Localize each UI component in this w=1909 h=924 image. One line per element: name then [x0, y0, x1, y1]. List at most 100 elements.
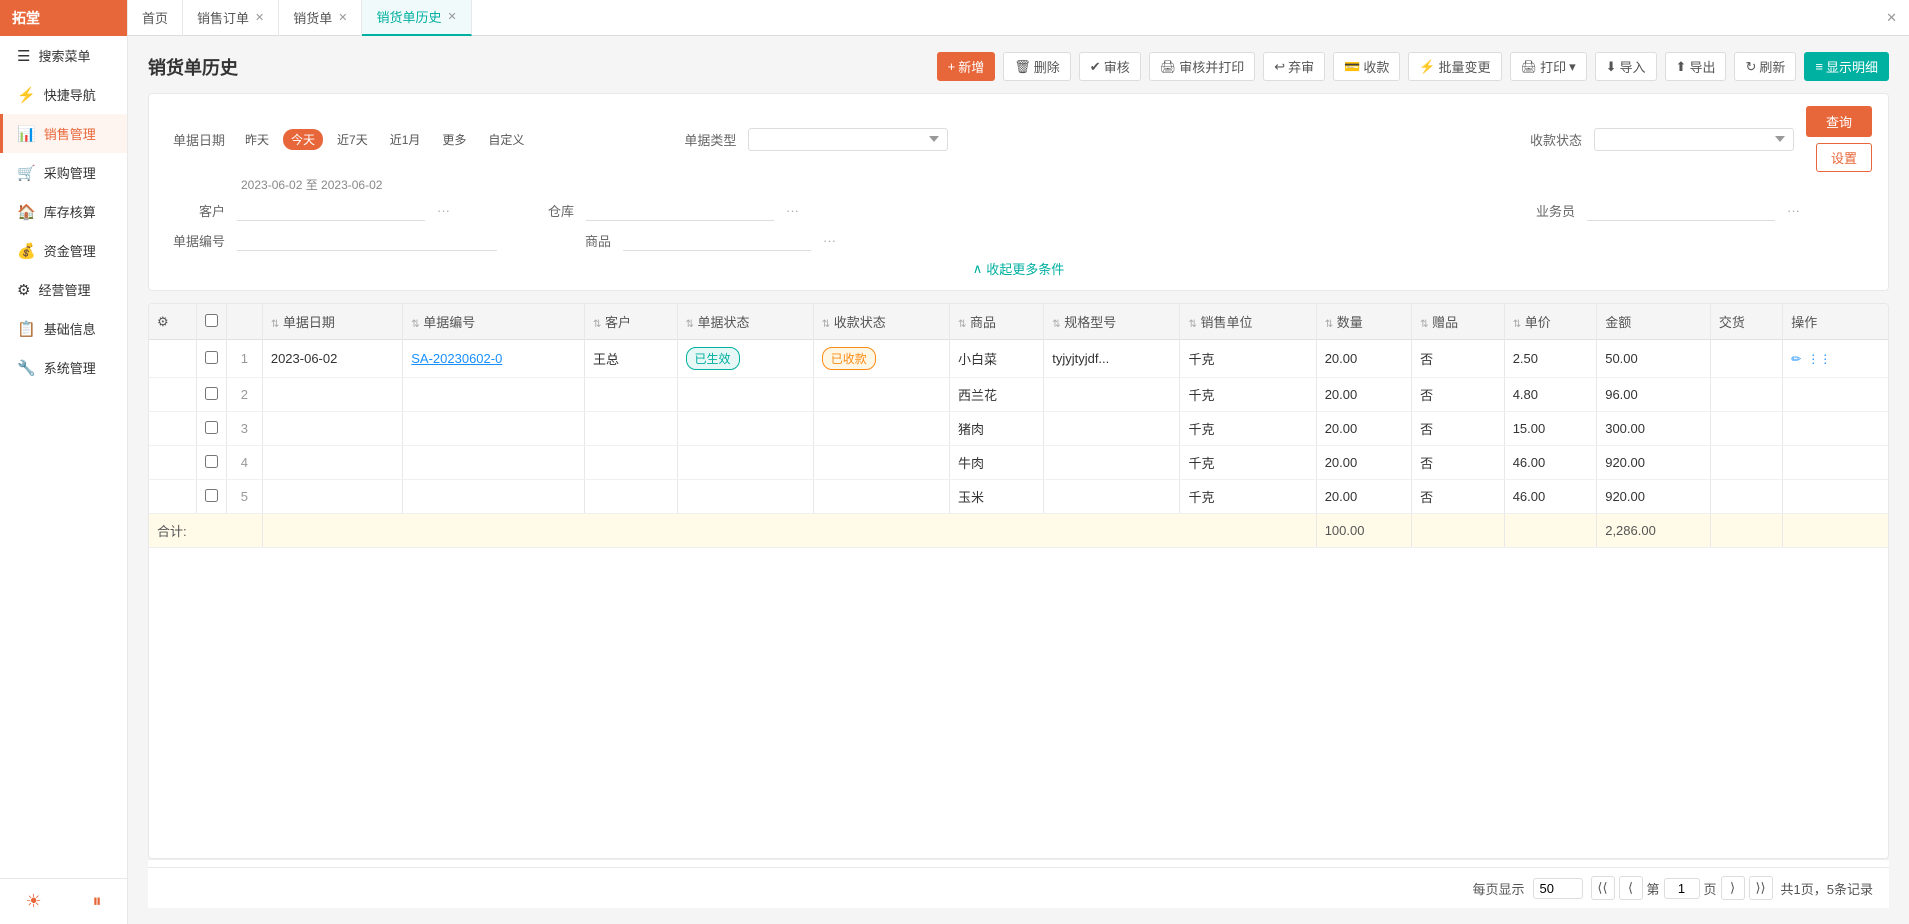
show-detail-button[interactable]: ≡ 显示明细: [1804, 52, 1889, 81]
row-price: 2.50: [1504, 340, 1597, 378]
tab-sales-order-close[interactable]: ✕: [255, 11, 264, 24]
page-next-btn[interactable]: ⟩: [1721, 876, 1745, 900]
col-doc-date[interactable]: ⇅ 单据日期: [262, 304, 402, 340]
date-tab-7days[interactable]: 近7天: [329, 129, 376, 150]
tab-sale-history[interactable]: 销货单历史 ✕: [362, 0, 471, 36]
row-checkbox[interactable]: [205, 387, 218, 400]
goods-input[interactable]: [623, 229, 811, 251]
abandon-button[interactable]: ↩ 弃审: [1263, 52, 1325, 81]
sidebar-item-base-info[interactable]: 📋 基础信息: [0, 309, 127, 348]
new-button[interactable]: + 新增: [937, 52, 996, 81]
tab-close-all[interactable]: ✕: [1874, 10, 1909, 26]
horizontal-scrollbar[interactable]: [148, 859, 1889, 867]
row-checkbox-cell[interactable]: [196, 378, 226, 412]
audit-button[interactable]: ✔ 审核: [1079, 52, 1141, 81]
edit-op-btn[interactable]: ✏: [1791, 352, 1801, 366]
row-checkbox[interactable]: [205, 421, 218, 434]
sidebar-item-sales-mgmt[interactable]: 📊 销售管理: [0, 114, 127, 153]
row-checkbox[interactable]: [205, 351, 218, 364]
set-button[interactable]: 设置: [1816, 143, 1872, 172]
col-op: 操作: [1783, 304, 1888, 340]
col-customer[interactable]: ⇅ 客户: [584, 304, 677, 340]
customer-input[interactable]: [237, 199, 425, 221]
collect-button[interactable]: 💳 收款: [1333, 52, 1400, 81]
col-settings[interactable]: ⚙: [149, 304, 196, 340]
filter-row-3: 单据编号 商品 ···: [165, 229, 1872, 251]
sidebar-item-search-menu[interactable]: ☰ 搜索菜单: [0, 36, 127, 75]
date-tab-yesterday[interactable]: 昨天: [237, 129, 277, 150]
sidebar-btn1[interactable]: ☀: [17, 887, 49, 916]
query-button[interactable]: 查询: [1806, 106, 1872, 137]
col-checkbox[interactable]: [196, 304, 226, 340]
print-button[interactable]: 🖨 打印 ▾: [1510, 52, 1587, 81]
date-tab-1month[interactable]: 近1月: [382, 129, 429, 150]
page-input[interactable]: [1664, 878, 1700, 899]
warehouse-ellipsis[interactable]: ···: [786, 203, 799, 218]
agent-input[interactable]: [1587, 199, 1775, 221]
tab-sales-order[interactable]: 销售订单 ✕: [183, 0, 279, 36]
sidebar-btn2[interactable]: ⏸: [85, 887, 110, 916]
date-tab-custom[interactable]: 自定义: [480, 129, 532, 150]
collect-icon: 💳: [1344, 59, 1360, 75]
more-op-btn[interactable]: ⋮⋮: [1807, 352, 1831, 366]
filter-row-2: 客户 ··· 仓库 ··· 业务员 ···: [165, 199, 1872, 221]
export-button[interactable]: ⬆ 导出: [1665, 52, 1727, 81]
tab-sale-goods-close[interactable]: ✕: [338, 11, 347, 24]
batch-change-button[interactable]: ⚡ 批量变更: [1408, 52, 1501, 81]
page-first-btn[interactable]: ⟨⟨: [1591, 876, 1615, 900]
col-doc-status[interactable]: ⇅ 单据状态: [677, 304, 813, 340]
row-gift: 否: [1412, 480, 1505, 514]
page-size-select[interactable]: 50 100 200: [1533, 878, 1583, 899]
col-doc-no[interactable]: ⇅ 单据编号: [403, 304, 585, 340]
col-collect-status[interactable]: ⇅ 收款状态: [813, 304, 949, 340]
select-all-checkbox[interactable]: [205, 314, 218, 327]
sidebar-item-ops-mgmt[interactable]: ⚙ 经营管理: [0, 270, 127, 309]
qty-sort-icon: ⇅: [1325, 319, 1333, 330]
row-qty: 20.00: [1316, 340, 1411, 378]
goods-ellipsis[interactable]: ···: [823, 233, 836, 248]
row-checkbox[interactable]: [205, 455, 218, 468]
row-doc-date: [262, 412, 402, 446]
sidebar-item-sys-mgmt[interactable]: 🔧 系统管理: [0, 348, 127, 387]
sidebar-item-funds-mgmt[interactable]: 💰 资金管理: [0, 231, 127, 270]
col-qty[interactable]: ⇅ 数量: [1316, 304, 1411, 340]
collapse-btn[interactable]: ∧ 收起更多条件: [165, 259, 1872, 278]
row-checkbox[interactable]: [205, 489, 218, 502]
row-checkbox-cell[interactable]: [196, 340, 226, 378]
row-qty: 20.00: [1316, 412, 1411, 446]
row-num: 3: [226, 412, 262, 446]
row-checkbox-cell[interactable]: [196, 412, 226, 446]
col-unit[interactable]: ⇅ 销售单位: [1180, 304, 1316, 340]
delete-icon: 🗑: [1014, 59, 1031, 75]
customer-ellipsis[interactable]: ···: [437, 203, 450, 218]
warehouse-input[interactable]: [586, 199, 774, 221]
import-button[interactable]: ⬇ 导入: [1595, 52, 1657, 81]
refresh-button[interactable]: ↻ 刷新: [1734, 52, 1796, 81]
sidebar-item-inventory-calc[interactable]: 🏠 库存核算: [0, 192, 127, 231]
col-gift[interactable]: ⇅ 赠品: [1412, 304, 1505, 340]
collect-status-select[interactable]: [1594, 128, 1794, 151]
doc-no-link[interactable]: SA-20230602-0: [411, 351, 502, 366]
row-checkbox-cell[interactable]: [196, 480, 226, 514]
audit-print-button[interactable]: 🖨 审核并打印: [1149, 52, 1256, 81]
page-last-btn[interactable]: ⟩⟩: [1749, 876, 1773, 900]
sidebar-item-quick-nav[interactable]: ⚡ 快捷导航: [0, 75, 127, 114]
doc-type-select[interactable]: [748, 128, 948, 151]
tab-sale-goods[interactable]: 销货单 ✕: [279, 0, 362, 36]
agent-ellipsis[interactable]: ···: [1787, 203, 1800, 218]
col-spec[interactable]: ⇅ 规格型号: [1044, 304, 1180, 340]
date-tab-more[interactable]: 更多: [434, 129, 474, 150]
sidebar-item-purchase-mgmt[interactable]: 🛒 采购管理: [0, 153, 127, 192]
page-prev-btn[interactable]: ⟨: [1619, 876, 1643, 900]
doc-no-input[interactable]: [237, 229, 497, 251]
tab-sale-history-close[interactable]: ✕: [448, 10, 457, 23]
row-checkbox-cell[interactable]: [196, 446, 226, 480]
row-doc-no[interactable]: SA-20230602-0: [403, 340, 585, 378]
delete-button[interactable]: 🗑 删除: [1003, 52, 1071, 81]
date-tab-today[interactable]: 今天: [283, 129, 323, 150]
tab-home[interactable]: 首页: [128, 0, 183, 36]
row-op: [1783, 378, 1888, 412]
col-goods[interactable]: ⇅ 商品: [950, 304, 1044, 340]
row-trade: [1710, 446, 1782, 480]
col-price[interactable]: ⇅ 单价: [1504, 304, 1597, 340]
